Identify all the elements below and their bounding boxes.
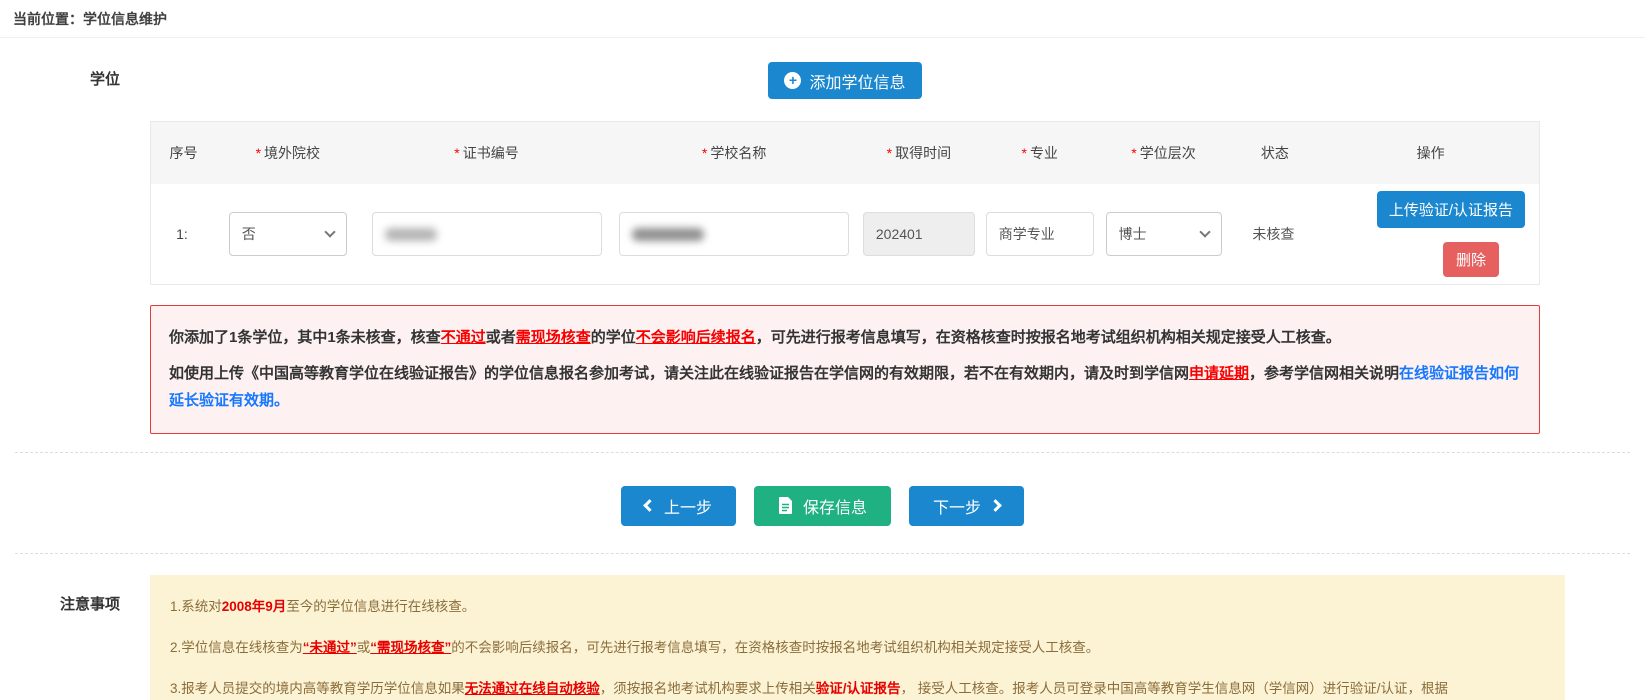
dashed-divider-top bbox=[15, 452, 1630, 453]
cert-no-input[interactable] bbox=[372, 212, 602, 256]
overseas-select[interactable]: 否 bbox=[229, 212, 347, 256]
file-document-icon bbox=[778, 497, 793, 514]
overseas-select-value: 否 bbox=[242, 224, 256, 244]
breadcrumb: 当前位置：学位信息维护 bbox=[0, 0, 1645, 38]
obtain-time-input-disabled: 202401 bbox=[863, 212, 975, 256]
degree-level-select-value: 博士 bbox=[1119, 224, 1147, 244]
redacted-cert-no-value bbox=[385, 228, 437, 241]
redacted-school-name-value bbox=[632, 228, 704, 241]
school-name-input[interactable] bbox=[619, 212, 849, 256]
save-info-button[interactable]: 保存信息 bbox=[754, 486, 891, 526]
col-header-index: 序号 bbox=[151, 143, 213, 163]
prev-step-button[interactable]: 上一步 bbox=[621, 486, 736, 526]
row-index: 1: bbox=[151, 226, 213, 242]
next-step-label: 下一步 bbox=[933, 494, 981, 518]
notes-section-content: 1.系统对2008年9月至今的学位信息进行在线核查。 2.学位信息在线核查为“未… bbox=[150, 575, 1540, 700]
next-step-button[interactable]: 下一步 bbox=[909, 486, 1024, 526]
notes-box: 1.系统对2008年9月至今的学位信息进行在线核查。 2.学位信息在线核查为“未… bbox=[150, 575, 1565, 700]
col-header-school-name: *学校名称 bbox=[610, 143, 858, 163]
col-header-major: *专业 bbox=[980, 143, 1100, 163]
table-row: 1: 否 bbox=[151, 184, 1539, 284]
delete-button[interactable]: 删除 bbox=[1443, 242, 1499, 277]
add-degree-row: 添加学位信息 bbox=[150, 62, 1540, 99]
degree-section-label: 学位 bbox=[0, 62, 120, 434]
upload-report-button[interactable]: 上传验证/认证报告 bbox=[1377, 191, 1525, 228]
col-header-degree-level: *学位层次 bbox=[1100, 143, 1228, 163]
degree-level-select[interactable]: 博士 bbox=[1106, 212, 1222, 256]
col-header-overseas: *境外院校 bbox=[213, 143, 363, 163]
wizard-nav-buttons: 上一步 保存信息 下一步 bbox=[0, 486, 1645, 526]
col-header-status: 状态 bbox=[1227, 143, 1319, 163]
col-header-obtain-time: *取得时间 bbox=[858, 143, 980, 163]
chevron-down-icon bbox=[1199, 226, 1210, 237]
notes-section-label: 注意事项 bbox=[0, 575, 120, 700]
note-line-3: 3.报考人员提交的境内高等教育学历学位信息如果无法通过在线自动核验，须按报名地考… bbox=[170, 679, 1545, 699]
degree-table: 序号 *境外院校 *证书编号 *学校名称 *取得时间 *专业 *学位层次 状态 … bbox=[150, 121, 1540, 285]
add-degree-button[interactable]: 添加学位信息 bbox=[768, 62, 921, 99]
prev-step-label: 上一步 bbox=[664, 494, 712, 518]
save-info-label: 保存信息 bbox=[803, 494, 867, 518]
plus-circle-icon bbox=[784, 72, 801, 89]
breadcrumb-label: 当前位置：学位信息维护 bbox=[13, 9, 167, 29]
degree-section-content: 添加学位信息 序号 *境外院校 *证书编号 *学校名称 *取得时间 *专业 *学… bbox=[150, 62, 1540, 434]
major-input[interactable]: 商学专业 bbox=[986, 212, 1094, 256]
chevron-right-icon bbox=[989, 499, 1002, 512]
col-header-operation: 操作 bbox=[1319, 143, 1539, 163]
notes-section: 注意事项 1.系统对2008年9月至今的学位信息进行在线核查。 2.学位信息在线… bbox=[0, 575, 1645, 700]
notice-paragraph-2: 如使用上传《中国高等教育学位在线验证报告》的学位信息报名参加考试，请关注此在线验… bbox=[169, 361, 1521, 414]
degree-notice-box: 你添加了1条学位，其中1条未核查，核查不通过或者需现场核查的学位不会影响后续报名… bbox=[150, 305, 1540, 434]
dashed-divider-bottom bbox=[15, 553, 1630, 554]
degree-section: 学位 添加学位信息 序号 *境外院校 *证书编号 *学校名称 *取得时间 *专业… bbox=[0, 62, 1645, 434]
chevron-down-icon bbox=[324, 226, 335, 237]
degree-table-header: 序号 *境外院校 *证书编号 *学校名称 *取得时间 *专业 *学位层次 状态 … bbox=[151, 122, 1539, 184]
chevron-left-icon bbox=[643, 499, 656, 512]
note-line-1: 1.系统对2008年9月至今的学位信息进行在线核查。 bbox=[170, 597, 1545, 617]
add-degree-button-label: 添加学位信息 bbox=[809, 69, 905, 93]
col-header-cert-no: *证书编号 bbox=[363, 143, 611, 163]
operation-buttons: 上传验证/认证报告 删除 bbox=[1319, 191, 1539, 277]
status-badge: 未核查 bbox=[1252, 224, 1294, 244]
note-line-2: 2.学位信息在线核查为“未通过”或“需现场核查”的不会影响后续报名，可先进行报考… bbox=[170, 638, 1545, 658]
notice-paragraph-1: 你添加了1条学位，其中1条未核查，核查不通过或者需现场核查的学位不会影响后续报名… bbox=[169, 325, 1521, 351]
